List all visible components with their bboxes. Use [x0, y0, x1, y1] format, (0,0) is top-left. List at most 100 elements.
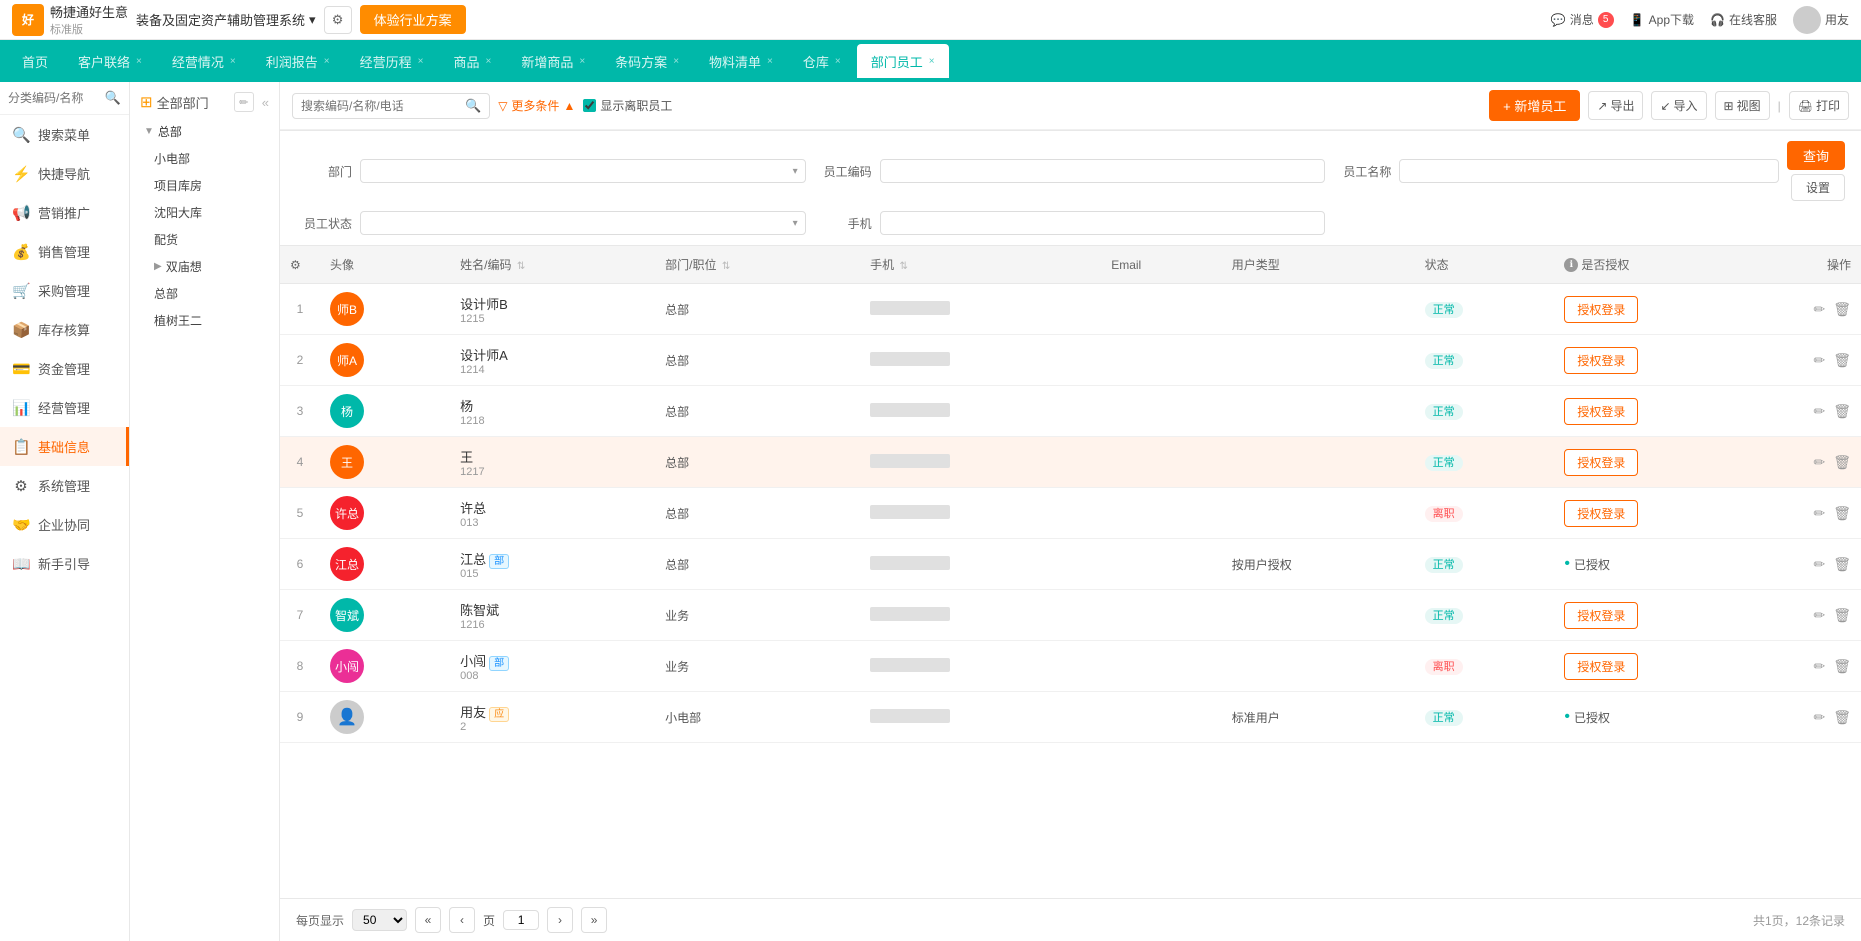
emp-name-input[interactable] [1399, 159, 1779, 183]
sidebar-item-finance[interactable]: 💳 资金管理 [0, 349, 129, 388]
auth-button[interactable]: 授权登录 [1564, 653, 1638, 680]
edit-button[interactable]: ✏ [1813, 301, 1825, 318]
dept-parent-zongbu[interactable]: ▼ 总部 [130, 118, 279, 145]
show-resigned-input[interactable] [583, 99, 596, 112]
edit-button[interactable]: ✏ [1813, 709, 1825, 726]
phone-input[interactable] [880, 211, 1326, 235]
tab-customer[interactable]: 客户联络× [64, 44, 156, 78]
sidebar-item-sales[interactable]: 💰 销售管理 [0, 232, 129, 271]
import-button[interactable]: ↙ 导入 [1651, 91, 1706, 120]
more-filter-button[interactable]: ▽ 更多条件 ▲ [498, 97, 575, 114]
sidebar-item-purchase[interactable]: 🛒 采购管理 [0, 271, 129, 310]
add-employee-button[interactable]: + 新增员工 [1489, 90, 1580, 121]
user-area[interactable]: 用友 [1793, 6, 1849, 34]
edit-button[interactable]: ✏ [1813, 556, 1825, 573]
delete-button[interactable]: 🗑 [1833, 301, 1851, 318]
delete-button[interactable]: 🗑 [1833, 403, 1851, 420]
reset-button[interactable]: 设置 [1791, 174, 1845, 201]
trial-button[interactable]: 体验行业方案 [360, 5, 466, 34]
tab-employees[interactable]: 部门员工× [857, 44, 949, 78]
tab-history[interactable]: 经营历程× [346, 44, 438, 78]
system-title-dropdown[interactable]: 装备及固定资产辅助管理系统 ▾ [136, 10, 316, 29]
per-page-select[interactable]: 50 100 [352, 909, 407, 931]
sidebar-item-marketing[interactable]: 📢 营销推广 [0, 193, 129, 232]
close-icon[interactable]: × [579, 56, 585, 67]
tab-bom[interactable]: 物料清单× [695, 44, 787, 78]
search-input[interactable] [301, 99, 461, 113]
edit-button[interactable]: ✏ [1813, 352, 1825, 369]
auth-button[interactable]: 授权登录 [1564, 500, 1638, 527]
close-icon[interactable]: × [485, 56, 491, 67]
search-icon[interactable]: 🔍 [465, 98, 481, 114]
dept-item-shuangmiao[interactable]: ▶ 双庙想 [130, 253, 279, 280]
close-icon[interactable]: × [230, 56, 236, 67]
auth-button[interactable]: 授权登录 [1564, 296, 1638, 323]
delete-button[interactable]: 🗑 [1833, 709, 1851, 726]
tab-operations[interactable]: 经营情况× [158, 44, 250, 78]
edit-button[interactable]: ✏ [1813, 607, 1825, 624]
close-icon[interactable]: × [673, 56, 679, 67]
print-button[interactable]: 🖨 打印 [1789, 91, 1849, 120]
edit-button[interactable]: ✏ [1813, 454, 1825, 471]
show-resigned-checkbox[interactable]: 显示离职员工 [583, 97, 672, 114]
delete-button[interactable]: 🗑 [1833, 607, 1851, 624]
dept-item-shenyang[interactable]: 沈阳大库 [130, 199, 279, 226]
first-page-button[interactable]: « [415, 907, 441, 933]
sidebar-search-input[interactable] [8, 91, 101, 105]
delete-button[interactable]: 🗑 [1833, 352, 1851, 369]
dept-item-project[interactable]: 项目库房 [130, 172, 279, 199]
close-icon[interactable]: × [324, 56, 330, 67]
prev-page-button[interactable]: ‹ [449, 907, 475, 933]
message-button[interactable]: 💬 消息 5 [1551, 11, 1614, 28]
dept-item-zhishu[interactable]: 植树王二 [130, 307, 279, 334]
emp-code-input[interactable] [880, 159, 1326, 183]
dept-item-peihuo[interactable]: 配货 [130, 226, 279, 253]
export-button[interactable]: ↗ 导出 [1588, 91, 1643, 120]
edit-button[interactable]: ✏ [1813, 505, 1825, 522]
tab-home[interactable]: 首页 [8, 44, 62, 78]
close-icon[interactable]: × [767, 56, 773, 67]
auth-button[interactable]: 授权登录 [1564, 398, 1638, 425]
tab-goods[interactable]: 商品× [439, 44, 505, 78]
next-page-button[interactable]: › [547, 907, 573, 933]
delete-button[interactable]: 🗑 [1833, 658, 1851, 675]
close-icon[interactable]: × [929, 56, 935, 67]
delete-button[interactable]: 🗑 [1833, 505, 1851, 522]
sidebar-item-system[interactable]: ⚙ 系统管理 [0, 466, 129, 505]
online-service-button[interactable]: 🎧 在线客服 [1710, 11, 1777, 28]
th-settings[interactable]: ⚙ [280, 246, 320, 284]
sidebar-item-search[interactable]: 🔍 搜索菜单 [0, 115, 129, 154]
dept-all-header[interactable]: ⊞ 全部部门 ✏ « [130, 86, 279, 118]
tab-new-goods[interactable]: 新增商品× [507, 44, 599, 78]
view-button[interactable]: ⊞ 视图 [1715, 91, 1770, 120]
close-icon[interactable]: × [835, 56, 841, 67]
tab-barcode[interactable]: 条码方案× [601, 44, 693, 78]
dept-item-xiaodian[interactable]: 小电部 [130, 145, 279, 172]
th-phone[interactable]: 手机 ⇅ [860, 246, 1101, 284]
search-button[interactable]: 查询 [1787, 141, 1845, 170]
sidebar-item-shortcut[interactable]: ⚡ 快捷导航 [0, 154, 129, 193]
auth-button[interactable]: 授权登录 [1564, 602, 1638, 629]
emp-status-select[interactable] [360, 211, 806, 235]
last-page-button[interactable]: » [581, 907, 607, 933]
gear-button[interactable]: ⚙ [324, 6, 352, 34]
delete-button[interactable]: 🗑 [1833, 556, 1851, 573]
edit-button[interactable]: ✏ [1813, 658, 1825, 675]
sidebar-item-guide[interactable]: 📖 新手引导 [0, 544, 129, 583]
collapse-icon[interactable]: « [262, 95, 269, 110]
sidebar-item-operations[interactable]: 📊 经营管理 [0, 388, 129, 427]
dept-item-zb[interactable]: 总部 [130, 280, 279, 307]
edit-icon[interactable]: ✏ [234, 92, 254, 112]
dept-select[interactable] [360, 159, 806, 183]
th-dept[interactable]: 部门/职位 ⇅ [655, 246, 860, 284]
edit-button[interactable]: ✏ [1813, 403, 1825, 420]
th-name[interactable]: 姓名/编码 ⇅ [450, 246, 655, 284]
auth-button[interactable]: 授权登录 [1564, 347, 1638, 374]
close-icon[interactable]: × [136, 56, 142, 67]
app-download-button[interactable]: 📱 App下载 [1630, 11, 1694, 28]
tab-warehouse[interactable]: 仓库× [789, 44, 855, 78]
sidebar-item-collab[interactable]: 🤝 企业协同 [0, 505, 129, 544]
sidebar-item-base[interactable]: 📋 基础信息 [0, 427, 129, 466]
page-input[interactable] [503, 910, 539, 930]
close-icon[interactable]: × [418, 56, 424, 67]
